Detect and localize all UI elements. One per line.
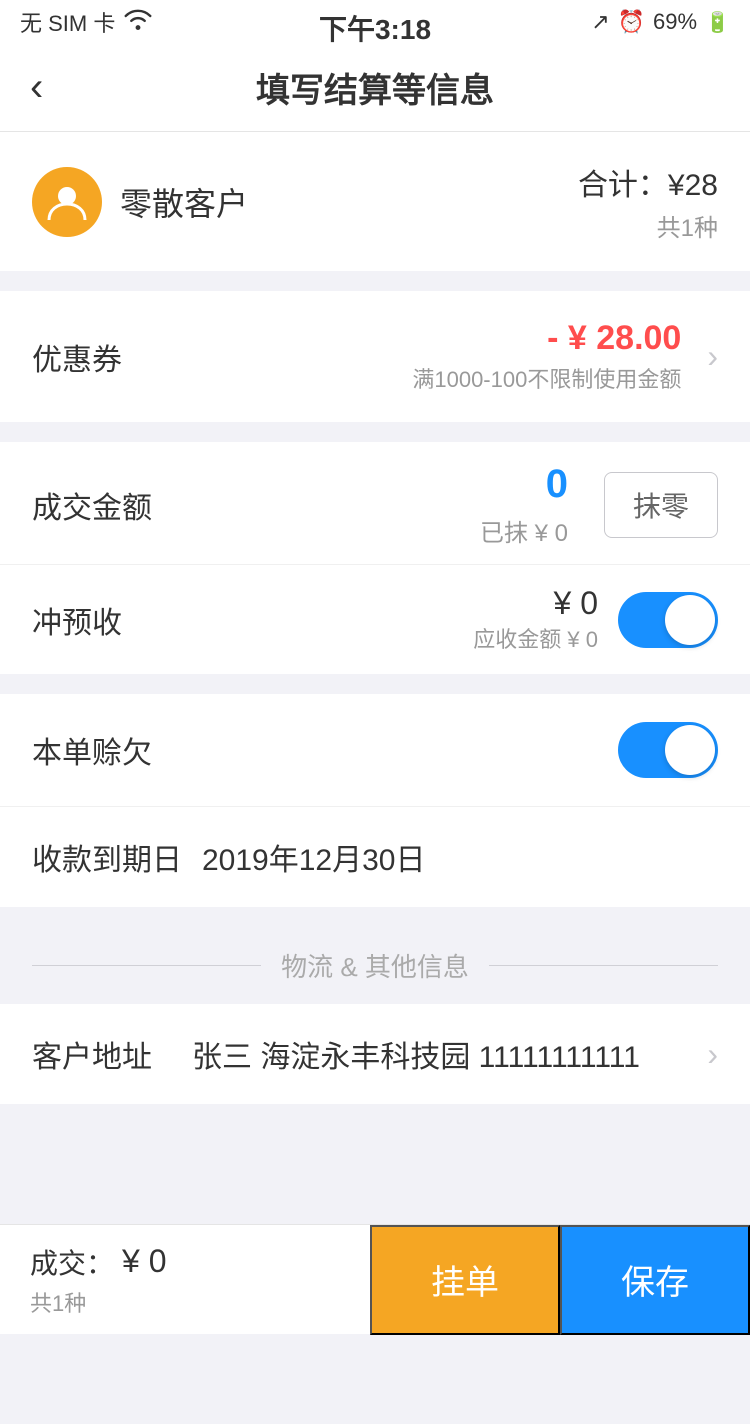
customer-total-main: 合计：¥28 bbox=[578, 160, 718, 204]
status-left: 无 SIM 卡 bbox=[20, 6, 153, 38]
user-icon bbox=[45, 180, 89, 224]
bottom-summary: 成交： ¥ 0 共1种 bbox=[0, 1242, 370, 1318]
bottom-summary-label: 成交： bbox=[30, 1242, 114, 1282]
coupon-label: 优惠券 bbox=[32, 335, 192, 379]
toggle-knob bbox=[665, 595, 715, 645]
address-value: 张三 海淀永丰科技园 11111111111 bbox=[192, 1032, 707, 1076]
customer-row: 零散客户 合计：¥28 共1种 bbox=[0, 132, 750, 271]
coupon-sub: 满1000-100不限制使用金额 bbox=[412, 362, 681, 394]
back-button[interactable]: ‹ bbox=[30, 65, 43, 110]
credit-toggle[interactable] bbox=[618, 722, 718, 778]
coupon-row[interactable]: 优惠券 - ¥ 28.00 满1000-100不限制使用金额 › bbox=[0, 291, 750, 422]
status-bar: 无 SIM 卡 下午3:18 ↗ ⏰ 69% 🔋 bbox=[0, 0, 750, 44]
prereceive-row: 冲预收 ¥ 0 应收金额 ¥ 0 bbox=[0, 564, 750, 674]
coupon-values: - ¥ 28.00 满1000-100不限制使用金额 bbox=[412, 319, 681, 394]
divider-3 bbox=[0, 674, 750, 694]
page-title: 填写结算等信息 bbox=[256, 63, 494, 112]
coupon-right: - ¥ 28.00 满1000-100不限制使用金额 › bbox=[192, 319, 718, 394]
nav-bar: ‹ 填写结算等信息 bbox=[0, 44, 750, 132]
credit-section: 本单赊欠 bbox=[0, 694, 750, 806]
divider-1 bbox=[0, 271, 750, 291]
prereceive-label: 冲预收 bbox=[32, 598, 122, 642]
logistics-divider: 物流 & 其他信息 bbox=[0, 927, 750, 1004]
customer-avatar bbox=[32, 167, 102, 237]
duedate-label: 收款到期日 bbox=[32, 835, 182, 879]
carrier-text: 无 SIM 卡 bbox=[20, 6, 115, 38]
logistics-line-left bbox=[32, 965, 261, 966]
bottom-summary-value: ¥ 0 bbox=[122, 1243, 166, 1280]
credit-label: 本单赊欠 bbox=[32, 728, 152, 772]
divider-2 bbox=[0, 422, 750, 442]
customer-section: 零散客户 合计：¥28 共1种 bbox=[0, 132, 750, 271]
address-row[interactable]: 客户地址 张三 海淀永丰科技园 11111111111 › bbox=[0, 1004, 750, 1104]
battery-icon: 🔋 bbox=[705, 10, 730, 35]
address-chevron-icon: › bbox=[707, 1036, 718, 1073]
wifi-icon bbox=[123, 8, 153, 36]
round-button[interactable]: 抹零 bbox=[604, 472, 718, 538]
amount-section: 成交金额 0 已抹 ¥ 0 抹零 bbox=[0, 442, 750, 564]
amount-sub: 已抹 ¥ 0 bbox=[480, 513, 568, 548]
save-button[interactable]: 保存 bbox=[560, 1225, 750, 1335]
prereceive-main: ¥ 0 bbox=[473, 585, 598, 622]
amount-row: 成交金额 0 已抹 ¥ 0 抹零 bbox=[32, 462, 718, 548]
customer-name: 零散客户 bbox=[120, 179, 248, 225]
amount-val-col: 0 已抹 ¥ 0 bbox=[480, 462, 568, 548]
bottom-summary-main: 成交： ¥ 0 bbox=[30, 1242, 340, 1282]
hold-button[interactable]: 挂单 bbox=[370, 1225, 560, 1335]
battery-text: 69% bbox=[653, 9, 697, 35]
customer-total: 合计：¥28 共1种 bbox=[578, 160, 718, 243]
prereceive-toggle[interactable] bbox=[618, 592, 718, 648]
amount-right: 0 已抹 ¥ 0 抹零 bbox=[480, 462, 718, 548]
coupon-section: 优惠券 - ¥ 28.00 满1000-100不限制使用金额 › bbox=[0, 291, 750, 422]
address-label: 客户地址 bbox=[32, 1032, 172, 1076]
bottom-summary-count: 共1种 bbox=[30, 1286, 340, 1318]
amount-value: 0 bbox=[480, 462, 568, 507]
coupon-value: - ¥ 28.00 bbox=[412, 319, 681, 358]
amount-label: 成交金额 bbox=[32, 483, 192, 527]
location-icon: ↗ bbox=[591, 9, 609, 35]
coupon-chevron-icon: › bbox=[707, 338, 718, 375]
duedate-value: 2019年12月30日 bbox=[202, 835, 425, 879]
divider-4 bbox=[0, 907, 750, 927]
prereceive-right: ¥ 0 应收金额 ¥ 0 bbox=[473, 585, 718, 654]
logistics-line-right bbox=[489, 965, 718, 966]
duedate-row[interactable]: 收款到期日 2019年12月30日 bbox=[0, 806, 750, 907]
prereceive-sub: 应收金额 ¥ 0 bbox=[473, 622, 598, 654]
bottom-bar: 成交： ¥ 0 共1种 挂单 保存 bbox=[0, 1224, 750, 1334]
logistics-text: 物流 & 其他信息 bbox=[281, 947, 469, 984]
alarm-icon: ⏰ bbox=[618, 9, 645, 35]
status-right: ↗ ⏰ 69% 🔋 bbox=[591, 9, 730, 35]
credit-toggle-knob bbox=[665, 725, 715, 775]
status-time: 下午3:18 bbox=[319, 8, 431, 48]
prereceive-val-col: ¥ 0 应收金额 ¥ 0 bbox=[473, 585, 598, 654]
customer-left: 零散客户 bbox=[32, 167, 248, 237]
customer-total-sub: 共1种 bbox=[578, 208, 718, 243]
